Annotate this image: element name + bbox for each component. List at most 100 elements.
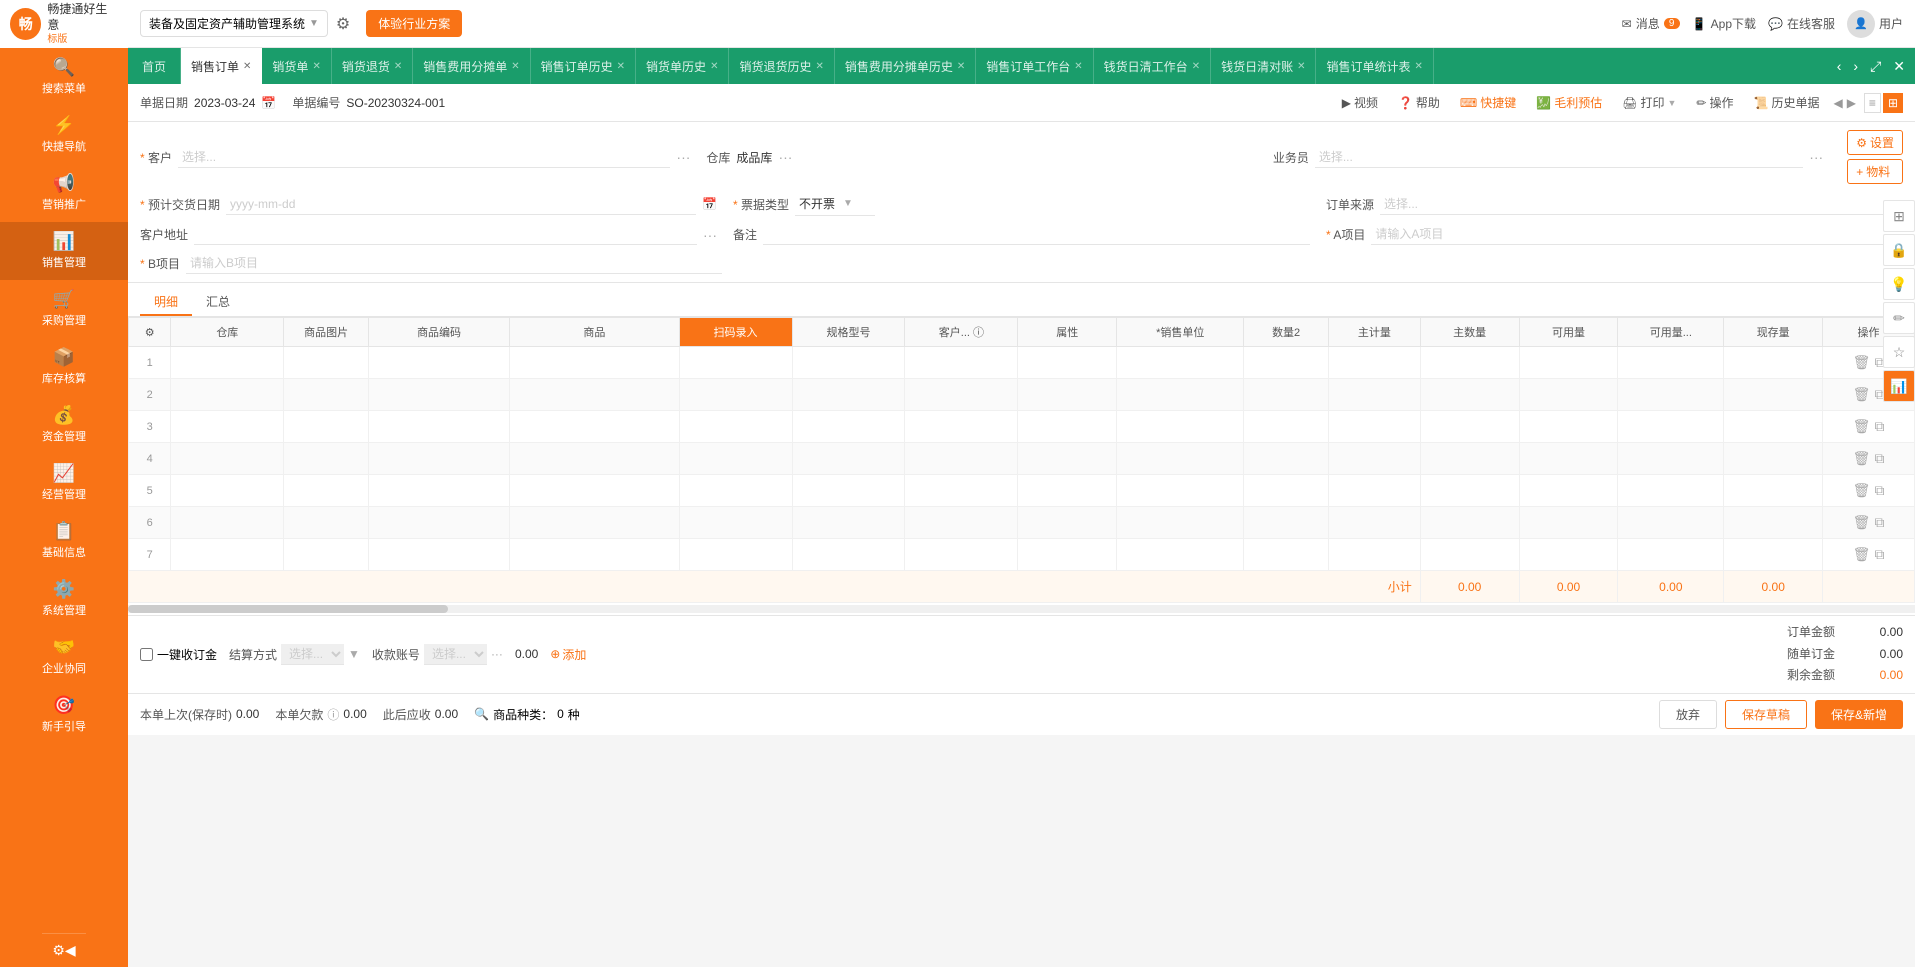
row-2-cust-spec[interactable]	[905, 379, 1018, 411]
account-dots[interactable]: ···	[491, 647, 503, 661]
right-float-btn-3[interactable]: 💡	[1883, 268, 1915, 300]
right-float-btn-4[interactable]: ✏	[1883, 302, 1915, 334]
row-7-scan[interactable]	[679, 539, 792, 571]
row-2-qty2[interactable]	[1244, 379, 1329, 411]
row-5-copy-btn[interactable]: ⧉	[1874, 482, 1884, 499]
row-7-main-unit[interactable]	[1328, 539, 1420, 571]
horizontal-scrollbar[interactable]	[128, 605, 1915, 613]
row-7-main-qty[interactable]	[1420, 539, 1519, 571]
row-3-goods[interactable]	[510, 411, 679, 443]
settings-btn[interactable]: ⚙ 设置	[1847, 130, 1903, 155]
tab-sales-stats[interactable]: 销售订单统计表 ✕	[1316, 48, 1433, 84]
tab-sales-bill[interactable]: 销货单 ✕	[262, 48, 331, 84]
row-7-delete-btn[interactable]: 🗑	[1853, 546, 1871, 563]
row-6-warehouse[interactable]	[171, 507, 284, 539]
message-icon-group[interactable]: ✉ 消息 9	[1622, 15, 1680, 32]
delivery-date-input[interactable]	[226, 194, 696, 215]
right-float-btn-5[interactable]: ☆	[1883, 336, 1915, 368]
row-1-scan[interactable]	[679, 347, 792, 379]
row-6-cust-spec[interactable]	[905, 507, 1018, 539]
tab-sales-order-close[interactable]: ✕	[243, 61, 251, 72]
row-4-unit[interactable]	[1117, 443, 1244, 475]
row-3-code[interactable]	[368, 411, 509, 443]
address-dots[interactable]: ···	[703, 227, 717, 243]
col-settings[interactable]: ⚙	[129, 318, 171, 347]
row-4-spec[interactable]	[792, 443, 905, 475]
tab-order-workbench-close[interactable]: ✕	[1074, 61, 1082, 72]
row-4-attr[interactable]	[1018, 443, 1117, 475]
row-7-warehouse[interactable]	[171, 539, 284, 571]
row-4-scan[interactable]	[679, 443, 792, 475]
current-amount-info[interactable]: ⓘ	[327, 706, 339, 723]
row-7-goods[interactable]	[510, 539, 679, 571]
row-5-qty2[interactable]	[1244, 475, 1329, 507]
row-6-unit[interactable]	[1117, 507, 1244, 539]
form-view-icon[interactable]: ⊞	[1883, 93, 1903, 113]
row-4-code[interactable]	[368, 443, 509, 475]
row-1-code[interactable]	[368, 347, 509, 379]
print-action-btn[interactable]: 🖨 打印 ▼	[1616, 92, 1682, 113]
tab-sales-return[interactable]: 销货退货 ✕	[332, 48, 413, 84]
add-payment-btn[interactable]: ⊕ 添加	[550, 646, 586, 663]
row-2-main-unit[interactable]	[1328, 379, 1420, 411]
list-view-icon[interactable]: ≡	[1864, 93, 1881, 113]
tab-order-history[interactable]: 销售订单历史 ✕	[531, 48, 636, 84]
history-action-btn[interactable]: 📜 历史单据	[1747, 92, 1825, 113]
tabs-expand-btn[interactable]: ⤢	[1866, 56, 1885, 77]
sidebar-item-system[interactable]: ⚙️ 系统管理	[0, 570, 128, 628]
row-1-goods[interactable]	[510, 347, 679, 379]
help-action-btn[interactable]: ❓ 帮助	[1392, 92, 1446, 113]
row-3-scan[interactable]	[679, 411, 792, 443]
row-1-main-qty[interactable]	[1420, 347, 1519, 379]
row-6-main-qty[interactable]	[1420, 507, 1519, 539]
row-1-attr[interactable]	[1018, 347, 1117, 379]
delivery-calendar-icon[interactable]: 📅	[702, 197, 717, 211]
nav-next-icon[interactable]: ▶	[1847, 96, 1856, 110]
tab-summary[interactable]: 汇总	[192, 289, 244, 316]
row-4-main-unit[interactable]	[1328, 443, 1420, 475]
tab-daily-workbench[interactable]: 钱货日清工作台 ✕	[1094, 48, 1211, 84]
tab-order-history-close[interactable]: ✕	[617, 61, 625, 72]
user-group[interactable]: 👤 用户	[1847, 10, 1903, 38]
row-5-scan[interactable]	[679, 475, 792, 507]
shortcut-action-btn[interactable]: ⌨ 快捷键	[1454, 92, 1522, 113]
customer-dots[interactable]: ···	[676, 149, 690, 165]
row-7-unit[interactable]	[1117, 539, 1244, 571]
row-3-copy-btn[interactable]: ⧉	[1874, 418, 1884, 435]
tab-sales-bill-close[interactable]: ✕	[312, 61, 320, 72]
row-3-warehouse[interactable]	[171, 411, 284, 443]
sidebar-item-quicknav[interactable]: ⚡ 快捷导航	[0, 106, 128, 164]
row-7-code[interactable]	[368, 539, 509, 571]
online-service-group[interactable]: 💬 在线客服	[1768, 15, 1835, 32]
row-4-cust-spec[interactable]	[905, 443, 1018, 475]
row-2-code[interactable]	[368, 379, 509, 411]
row-6-spec[interactable]	[792, 507, 905, 539]
row-5-code[interactable]	[368, 475, 509, 507]
col-scan[interactable]: 扫码录入	[679, 318, 792, 347]
row-7-attr[interactable]	[1018, 539, 1117, 571]
tab-daily-reconcile-close[interactable]: ✕	[1297, 61, 1305, 72]
app-settings-icon[interactable]: ⚙	[336, 14, 350, 34]
tab-daily-reconcile[interactable]: 钱货日清对账 ✕	[1211, 48, 1316, 84]
row-5-main-unit[interactable]	[1328, 475, 1420, 507]
row-1-warehouse[interactable]	[171, 347, 284, 379]
tab-return-history-close[interactable]: ✕	[815, 61, 823, 72]
sidebar-item-guide[interactable]: 🎯 新手引导	[0, 686, 128, 744]
sidebar-item-sales[interactable]: 📊 销售管理	[0, 222, 128, 280]
row-5-attr[interactable]	[1018, 475, 1117, 507]
sidebar-item-inventory[interactable]: 📦 库存核算	[0, 338, 128, 396]
row-3-main-qty[interactable]	[1420, 411, 1519, 443]
sidebar-item-search[interactable]: 🔍 搜索菜单	[0, 48, 128, 106]
row-3-attr[interactable]	[1018, 411, 1117, 443]
row-6-code[interactable]	[368, 507, 509, 539]
a-project-input[interactable]	[1371, 224, 1903, 245]
sidebar-item-marketing[interactable]: 📢 营销推广	[0, 164, 128, 222]
row-5-goods[interactable]	[510, 475, 679, 507]
sidebar-item-basic[interactable]: 📋 基础信息	[0, 512, 128, 570]
tab-home[interactable]: 首页	[128, 48, 181, 84]
row-2-scan[interactable]	[679, 379, 792, 411]
tab-detail[interactable]: 明细	[140, 289, 192, 316]
row-1-spec[interactable]	[792, 347, 905, 379]
row-1-cust-spec[interactable]	[905, 347, 1018, 379]
sidebar-item-purchase[interactable]: 🛒 采购管理	[0, 280, 128, 338]
